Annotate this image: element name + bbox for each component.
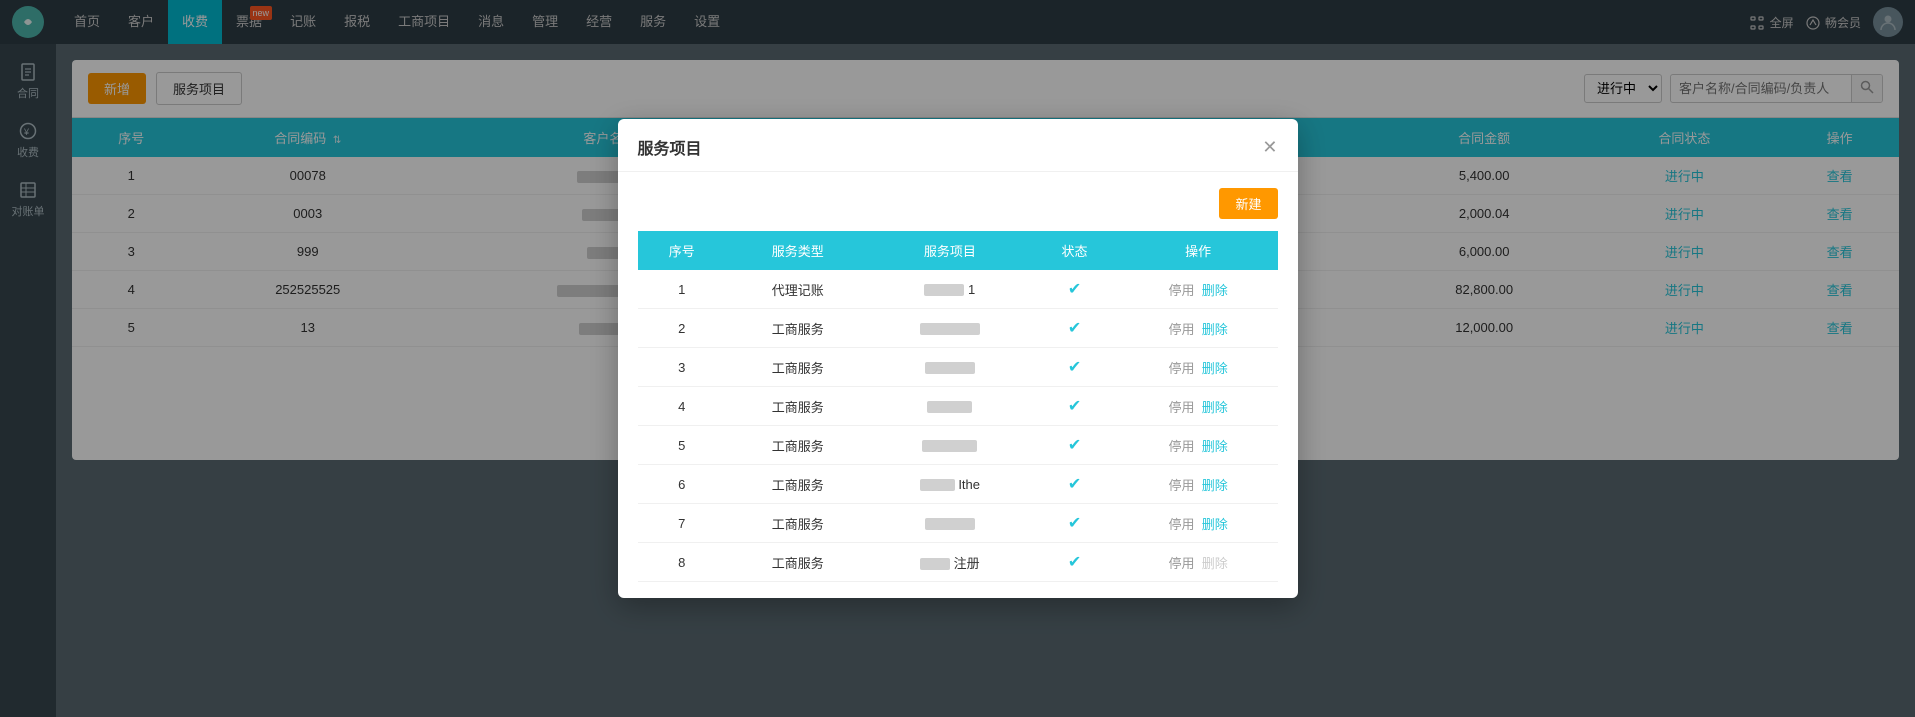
stop-btn[interactable]: 停用 (1169, 478, 1195, 493)
cell-mtype: 工商服务 (726, 465, 869, 504)
list-item: 1 代理记账 1 ✔ 停用 删除 (638, 270, 1278, 309)
mth-item: 服务项目 (869, 231, 1030, 270)
cell-mstatus: ✔ (1030, 465, 1119, 504)
list-item: 4 工商服务 ✔ 停用 删除 (638, 387, 1278, 426)
mth-type: 服务类型 (726, 231, 869, 270)
stop-btn[interactable]: 停用 (1169, 322, 1195, 337)
cell-mitem: 注册 (869, 543, 1030, 582)
cell-mstatus: ✔ (1030, 270, 1119, 309)
cell-mid: 5 (638, 426, 727, 465)
cell-mitem (869, 426, 1030, 465)
list-item: 7 工商服务 ✔ 停用 删除 (638, 504, 1278, 543)
cell-mitem (869, 348, 1030, 387)
check-icon: ✔ (1068, 398, 1081, 415)
delete-btn[interactable]: 删除 (1202, 478, 1228, 493)
cell-mtype: 工商服务 (726, 387, 869, 426)
check-icon: ✔ (1068, 476, 1081, 493)
delete-btn[interactable]: 删除 (1202, 361, 1228, 376)
cell-mid: 6 (638, 465, 727, 504)
delete-btn[interactable]: 删除 (1202, 283, 1228, 298)
modal-toolbar: 新建 (638, 188, 1278, 219)
check-icon: ✔ (1068, 359, 1081, 376)
check-icon: ✔ (1068, 437, 1081, 454)
cell-mtype: 工商服务 (726, 504, 869, 543)
stop-btn[interactable]: 停用 (1169, 400, 1195, 415)
list-item: 2 工商服务 ✔ 停用 删除 (638, 309, 1278, 348)
mth-status: 状态 (1030, 231, 1119, 270)
check-icon: ✔ (1068, 515, 1081, 532)
stop-btn[interactable]: 停用 (1169, 439, 1195, 454)
delete-btn[interactable]: 删除 (1202, 400, 1228, 415)
cell-mitem (869, 309, 1030, 348)
cell-mstatus: ✔ (1030, 426, 1119, 465)
check-icon: ✔ (1068, 320, 1081, 337)
modal-new-btn[interactable]: 新建 (1219, 188, 1277, 219)
delete-btn[interactable]: 删除 (1202, 439, 1228, 454)
cell-mtype: 工商服务 (726, 309, 869, 348)
delete-btn[interactable]: 删除 (1202, 322, 1228, 337)
modal-scroll-wrap: 序号 服务类型 服务项目 状态 操作 1 代理记账 1 ✔ (638, 231, 1278, 582)
modal-overlay: 服务项目 ✕ 新建 序号 服务类型 服务项目 状态 操作 (0, 0, 1915, 717)
list-item: 8 工商服务 注册 ✔ 停用 删除 (638, 543, 1278, 582)
service-table: 序号 服务类型 服务项目 状态 操作 1 代理记账 1 ✔ (638, 231, 1278, 582)
modal-table-header: 序号 服务类型 服务项目 状态 操作 (638, 231, 1278, 270)
cell-mitem (869, 387, 1030, 426)
cell-mtype: 工商服务 (726, 426, 869, 465)
modal-close-btn[interactable]: ✕ (1262, 138, 1277, 156)
list-item: 3 工商服务 ✔ 停用 删除 (638, 348, 1278, 387)
cell-maction: 停用 删除 (1119, 270, 1278, 309)
stop-btn[interactable]: 停用 (1169, 556, 1195, 571)
service-modal: 服务项目 ✕ 新建 序号 服务类型 服务项目 状态 操作 (618, 119, 1298, 598)
cell-mid: 4 (638, 387, 727, 426)
stop-btn[interactable]: 停用 (1169, 517, 1195, 532)
cell-mid: 7 (638, 504, 727, 543)
stop-btn[interactable]: 停用 (1169, 361, 1195, 376)
list-item: 6 工商服务 Ithe ✔ 停用 删除 (638, 465, 1278, 504)
cell-mitem: 1 (869, 270, 1030, 309)
modal-header: 服务项目 ✕ (618, 119, 1298, 172)
list-item: 5 工商服务 ✔ 停用 删除 (638, 426, 1278, 465)
cell-mitem (869, 504, 1030, 543)
cell-maction: 停用 删除 (1119, 348, 1278, 387)
check-icon: ✔ (1068, 554, 1081, 571)
cell-mstatus: ✔ (1030, 309, 1119, 348)
stop-btn[interactable]: 停用 (1169, 283, 1195, 298)
delete-btn[interactable]: 删除 (1202, 517, 1228, 532)
mth-index: 序号 (638, 231, 727, 270)
mth-action: 操作 (1119, 231, 1278, 270)
cell-mstatus: ✔ (1030, 504, 1119, 543)
cell-mitem: Ithe (869, 465, 1030, 504)
cell-mstatus: ✔ (1030, 543, 1119, 582)
modal-body: 新建 序号 服务类型 服务项目 状态 操作 (618, 172, 1298, 598)
delete-btn[interactable]: 删除 (1202, 556, 1228, 571)
cell-mtype: 代理记账 (726, 270, 869, 309)
check-icon: ✔ (1068, 281, 1081, 298)
cell-maction: 停用 删除 (1119, 309, 1278, 348)
cell-mtype: 工商服务 (726, 543, 869, 582)
cell-mid: 1 (638, 270, 727, 309)
cell-mid: 2 (638, 309, 727, 348)
cell-mid: 8 (638, 543, 727, 582)
modal-table-body: 1 代理记账 1 ✔ 停用 删除 2 工商服务 (638, 270, 1278, 582)
cell-maction: 停用 删除 (1119, 504, 1278, 543)
modal-title: 服务项目 (638, 135, 702, 159)
cell-maction: 停用 删除 (1119, 387, 1278, 426)
cell-mstatus: ✔ (1030, 348, 1119, 387)
cell-maction: 停用 删除 (1119, 543, 1278, 582)
cell-mid: 3 (638, 348, 727, 387)
cell-maction: 停用 删除 (1119, 426, 1278, 465)
cell-maction: 停用 删除 (1119, 465, 1278, 504)
cell-mstatus: ✔ (1030, 387, 1119, 426)
cell-mtype: 工商服务 (726, 348, 869, 387)
